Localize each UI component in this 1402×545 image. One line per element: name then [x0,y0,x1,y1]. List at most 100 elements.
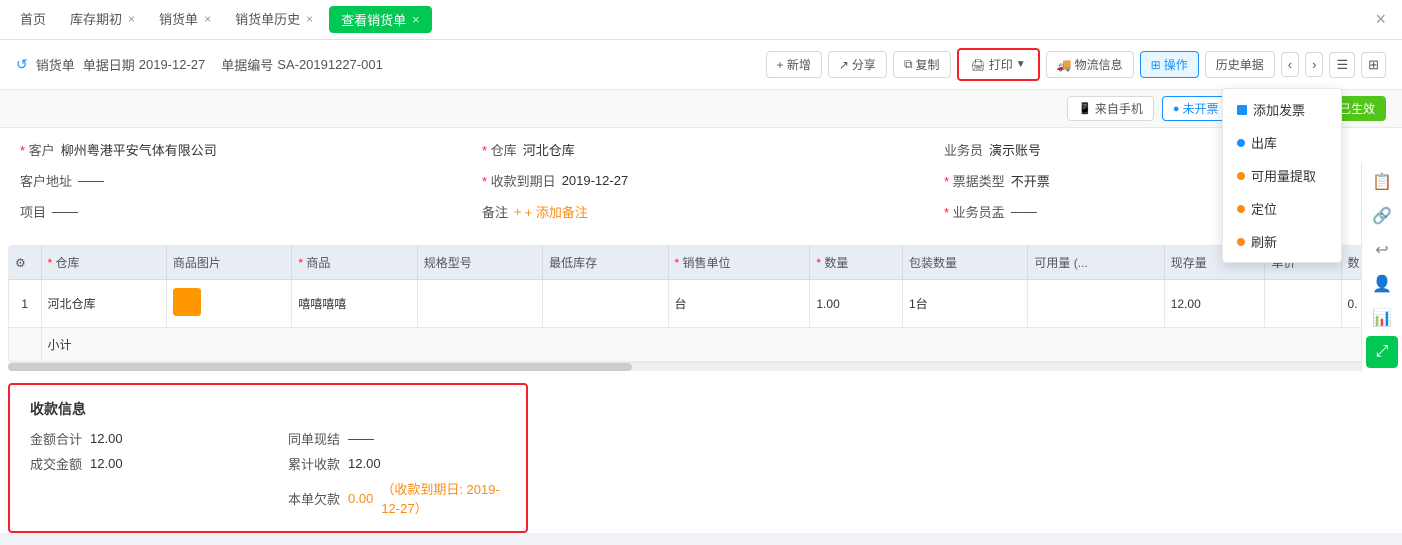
total-value: 12.00 [90,431,123,446]
ticket-type-value: 不开票 [1011,171,1050,190]
row-product-image [166,280,291,328]
row-warehouse: 河北仓库 [41,280,166,328]
col-product: * 商品 [292,246,417,280]
total-label: 金额合计 [30,429,82,448]
row-index: 1 [9,280,41,328]
add-note-button[interactable]: + + 添加备注 [514,202,588,221]
row-available [1028,280,1164,328]
scroll-thumb[interactable] [8,363,632,371]
dropdown-available-qty[interactable]: 可用量提取 [1223,159,1341,192]
form-row-1: 客户 柳州粤港平安气体有限公司 仓库 河北仓库 业务员 演示账号 [20,140,1382,159]
warehouse-field: 仓库 河北仓库 [482,140,920,159]
product-thumbnail [173,288,201,316]
same-order-label: 同单现结 [288,429,340,448]
tab-close-view[interactable]: × [412,12,420,27]
sidebar-notes-icon[interactable]: 📋 [1366,166,1398,198]
from-phone-button[interactable]: 📱 来自手机 [1067,96,1154,121]
tab-sales-order[interactable]: 销货单 × [147,0,223,40]
customer-value: 柳州粤港平安气体有限公司 [61,140,217,159]
sidebar-user-icon[interactable]: 👤 [1366,268,1398,300]
toolbar-right: + 新增 ↗ 分享 ⧉ 复制 🖨 打印 [766,48,1386,81]
col-min-stock: 最低库存 [543,246,668,280]
col-package-qty: 包装数量 [902,246,1027,280]
sidebar-return-icon[interactable]: ↩ [1366,234,1398,266]
note-label: 备注 [482,202,508,221]
doc-date-item: 单据日期 2019-12-27 [83,55,206,74]
tab-view-sales-order[interactable]: 查看销货单 × [329,6,432,33]
add-note-label: + 添加备注 [525,202,588,221]
outstanding-note: （收款到期日: 2019-12-27） [381,479,506,517]
outstanding-row: 本单欠款 0.00 （收款到期日: 2019-12-27） [288,479,506,517]
nav-prev-button[interactable]: ‹ [1281,52,1299,77]
toolbar-secondary: 📱 来自手机 ● 未开票 ✓ 已核销 ✓ 已生效 [0,90,1402,128]
customer-field: 客户 柳州粤港平安气体有限公司 [20,140,458,159]
operations-button[interactable]: ⊞ 操作 [1140,51,1199,78]
sidebar-expand-icon[interactable]: ⤢ [1366,336,1398,368]
outstanding-value: 0.00 [348,491,373,506]
scroll-hint[interactable] [8,363,1394,371]
form-section: 客户 柳州粤港平安气体有限公司 仓库 河北仓库 业务员 演示账号 客户地址 [0,128,1402,245]
copy-button[interactable]: ⧉ 复制 [893,51,951,78]
payment-date-label: 收款到期日 [482,171,556,190]
col-quantity: * 数量 [810,246,903,280]
doc-type-label: 销货单 [36,55,75,74]
payment-date-field: 收款到期日 2019-12-27 [482,171,920,190]
outbound-icon [1237,139,1245,147]
dropdown-add-invoice[interactable]: 添加发票 [1223,93,1341,126]
form-row-2: 客户地址 —— 收款到期日 2019-12-27 票据类型 不开票 [20,171,1382,190]
tab-close-sales[interactable]: × [204,12,211,26]
nav-next-button[interactable]: › [1305,52,1323,77]
same-order-value: —— [348,431,374,446]
row-unit: 台 [668,280,810,328]
dropdown-refresh[interactable]: 刷新 [1223,225,1341,258]
col-spec: 规格型号 [417,246,542,280]
not-open-ticket-button[interactable]: ● 未开票 [1162,96,1230,121]
doc-date-label: 单据日期 [83,55,135,74]
view-list-button[interactable]: ☰ [1329,52,1355,78]
sidebar-chart-icon[interactable]: 📊 [1366,302,1398,334]
tab-inventory-init[interactable]: 库存期初 × [58,0,147,40]
share-button[interactable]: ↗ 分享 [828,51,887,78]
doc-number-value: SA-20191227-001 [277,57,383,72]
history-button[interactable]: 历史单据 [1205,51,1275,78]
row-product: 嘻嘻嘻嘻 [292,280,417,328]
main-content: ↺ 销货单 单据日期 2019-12-27 单据编号 SA-20191227-0… [0,40,1402,533]
new-button[interactable]: + 新增 [766,51,822,78]
form-row-3: 项目 —— 备注 + + 添加备注 业务员盂 —— [20,202,1382,221]
subtotal-row: 小计 [9,328,1393,362]
total-row: 金额合计 12.00 [30,429,248,448]
sidebar-link-icon[interactable]: 🔗 [1366,200,1398,232]
logistics-button[interactable]: 🚚 物流信息 [1046,51,1134,78]
doc-number-label: 单据编号 [221,55,273,74]
right-sidebar: 📋 🔗 ↩ 👤 📊 ⤢ [1361,162,1402,372]
tab-sales-history[interactable]: 销货单历史 × [223,0,325,40]
subtotal-label: 小计 [41,328,1393,362]
tab-close-history[interactable]: × [306,12,313,26]
print-highlight-box: 🖨 打印 ▼ [957,48,1040,81]
payment-info-section: 收款信息 金额合计 12.00 同单现结 —— 成交金额 12.00 [8,383,528,533]
salesperson-value: —— [1011,204,1037,219]
warehouse-label: 仓库 [482,140,517,159]
payment-date-value: 2019-12-27 [562,173,629,188]
address-field: 客户地址 —— [20,171,458,190]
dropdown-locate[interactable]: 定位 [1223,192,1341,225]
print-button[interactable]: 🖨 打印 ▼ [961,52,1036,77]
address-value: —— [78,173,104,188]
table-row: 1 河北仓库 嘻嘻嘻嘻 台 1.00 1台 12 [9,280,1393,328]
col-settings[interactable]: ⚙ [9,246,41,280]
dropdown-outbound[interactable]: 出库 [1223,126,1341,159]
window-close-button[interactable]: × [1367,9,1394,30]
warehouse-value: 河北仓库 [523,140,575,159]
add-note-icon: + [514,204,522,219]
view-grid-button[interactable]: ⊞ [1361,52,1386,78]
row-package-qty: 1台 [902,280,1027,328]
note-field: 备注 + + 添加备注 [482,202,920,221]
ticket-type-label: 票据类型 [944,171,1005,190]
transaction-row: 成交金额 12.00 [30,454,248,473]
operations-dropdown: 添加发票 出库 可用量提取 定位 [1222,88,1342,263]
payment-title: 收款信息 [30,399,506,419]
tab-close-inventory[interactable]: × [128,12,135,26]
tab-home[interactable]: 首页 [8,0,58,40]
row-spec [417,280,542,328]
toolbar-primary: ↺ 销货单 单据日期 2019-12-27 单据编号 SA-20191227-0… [0,40,1402,90]
